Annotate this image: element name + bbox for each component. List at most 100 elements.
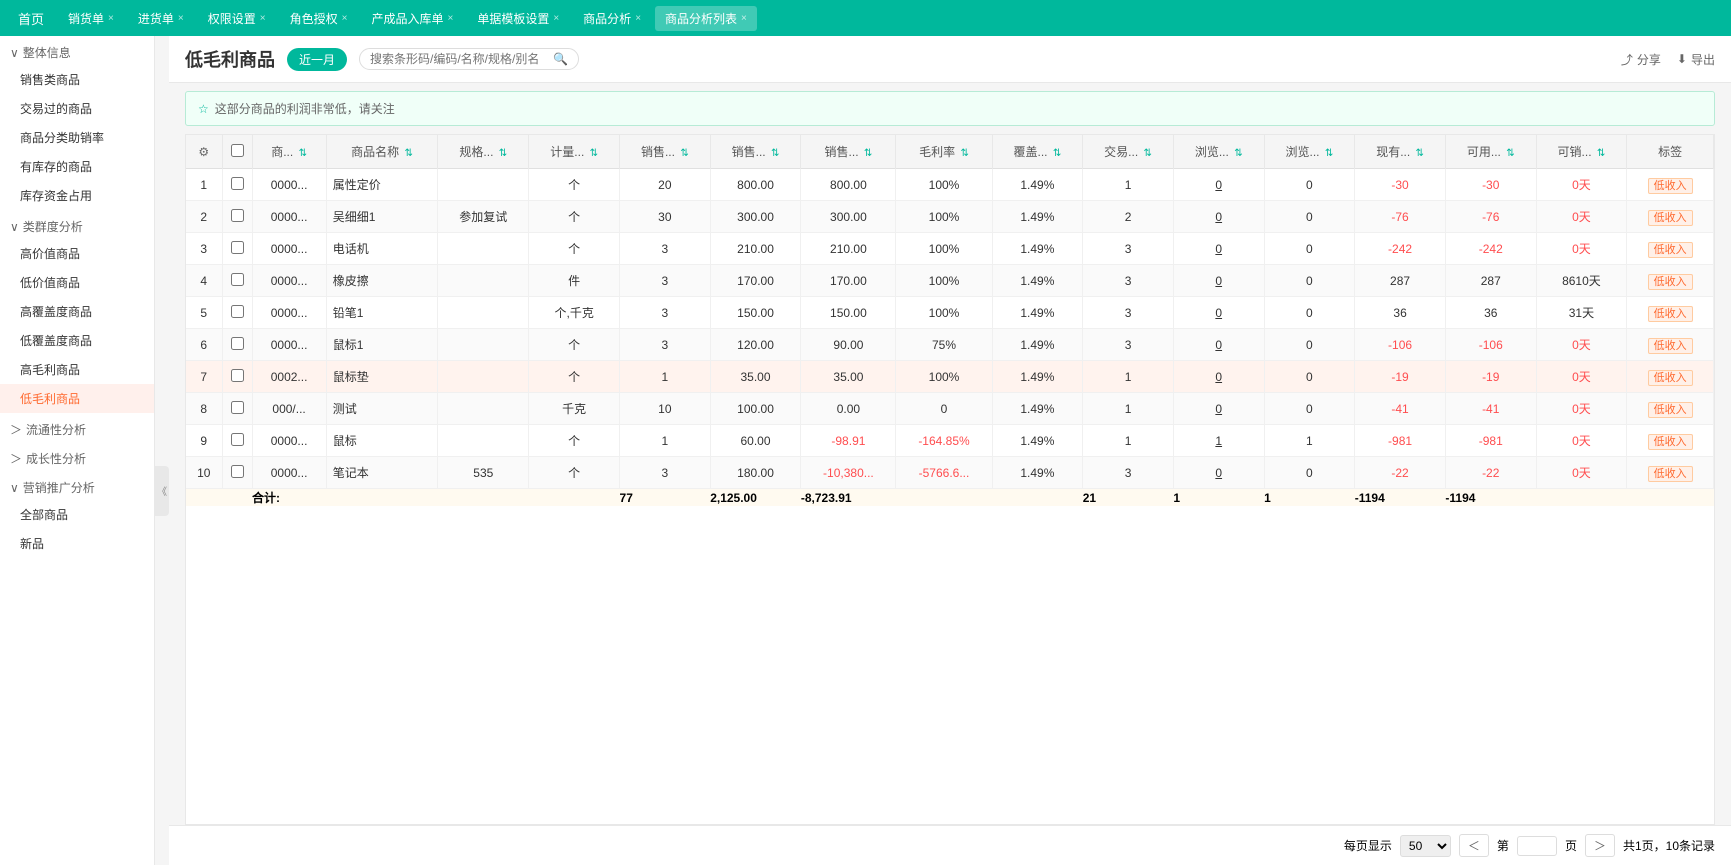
row-select-checkbox[interactable] — [231, 465, 244, 478]
sort-icon[interactable]: ⇅ — [1416, 148, 1424, 159]
col-avail[interactable]: 可用... ⇅ — [1445, 135, 1536, 169]
row-checkbox[interactable] — [222, 425, 252, 457]
sidebar-item-low-margin[interactable]: 低毛利商品 — [0, 384, 154, 413]
row-select-checkbox[interactable] — [231, 337, 244, 350]
sidebar-group-cluster[interactable]: ∨ 类群度分析 — [0, 210, 154, 239]
col-spec[interactable]: 规格... ⇅ — [438, 135, 529, 169]
nav-home[interactable]: 首页 — [8, 5, 54, 32]
close-icon[interactable]: × — [741, 13, 747, 24]
browse1-link[interactable]: 0 — [1215, 306, 1222, 320]
sort-icon[interactable]: ⇅ — [1144, 148, 1152, 159]
col-name[interactable]: 商品名称 ⇅ — [326, 135, 438, 169]
sidebar-item-stock-capital[interactable]: 库存资金占用 — [0, 181, 154, 210]
nav-permission-settings[interactable]: 权限设置 × — [198, 6, 276, 31]
settings-icon[interactable]: ⚙ — [198, 145, 209, 159]
col-days[interactable]: 可销... ⇅ — [1536, 135, 1627, 169]
col-coverage[interactable]: 覆盖... ⇅ — [992, 135, 1083, 169]
browse1-link[interactable]: 0 — [1215, 466, 1222, 480]
browse1-link[interactable]: 0 — [1215, 338, 1222, 352]
row-select-checkbox[interactable] — [231, 177, 244, 190]
row-select-checkbox[interactable] — [231, 433, 244, 446]
col-code[interactable]: 商... ⇅ — [252, 135, 326, 169]
browse1-link[interactable]: 0 — [1215, 370, 1222, 384]
close-icon[interactable]: × — [553, 13, 559, 24]
sort-icon[interactable]: ⇅ — [299, 148, 307, 159]
sort-icon[interactable]: ⇅ — [1053, 148, 1061, 159]
close-icon[interactable]: × — [635, 13, 641, 24]
close-icon[interactable]: × — [342, 13, 348, 24]
page-input[interactable]: 1 — [1517, 836, 1557, 856]
sidebar-group-marketing[interactable]: ∨ 营销推广分析 — [0, 471, 154, 500]
sort-icon[interactable]: ⇅ — [960, 148, 968, 159]
nav-product-analysis-list[interactable]: 商品分析列表 × — [655, 6, 757, 31]
col-sale-amt1[interactable]: 销售... ⇅ — [710, 135, 801, 169]
sidebar-item-all-products[interactable]: 全部商品 — [0, 500, 154, 529]
col-trade[interactable]: 交易... ⇅ — [1083, 135, 1174, 169]
sidebar-item-low-value[interactable]: 低价值商品 — [0, 268, 154, 297]
sidebar-group-growth[interactable]: ＞ 成长性分析 — [0, 442, 154, 471]
row-select-checkbox[interactable] — [231, 209, 244, 222]
row-select-checkbox[interactable] — [231, 369, 244, 382]
sidebar-item-traded-products[interactable]: 交易过的商品 — [0, 94, 154, 123]
col-sale-amt2[interactable]: 销售... ⇅ — [801, 135, 896, 169]
col-browse1[interactable]: 浏览... ⇅ — [1173, 135, 1264, 169]
col-settings[interactable]: ⚙ — [186, 135, 222, 169]
row-browse1[interactable]: 1 — [1173, 425, 1264, 457]
col-qty[interactable]: 销售... ⇅ — [620, 135, 711, 169]
export-button[interactable]: ⬇ 导出 — [1677, 51, 1715, 68]
close-icon[interactable]: × — [260, 13, 266, 24]
nav-purchase-order[interactable]: 进货单 × — [128, 6, 194, 31]
row-checkbox[interactable] — [222, 297, 252, 329]
row-checkbox[interactable] — [222, 393, 252, 425]
sidebar-item-high-coverage[interactable]: 高覆盖度商品 — [0, 297, 154, 326]
close-icon[interactable]: × — [447, 13, 453, 24]
sort-icon[interactable]: ⇅ — [771, 148, 779, 159]
sidebar-item-category-sales-rate[interactable]: 商品分类助销率 — [0, 123, 154, 152]
close-icon[interactable]: × — [178, 13, 184, 24]
page-size-select[interactable]: 50 100 200 — [1400, 835, 1451, 857]
share-button[interactable]: ⤴ 分享 — [1621, 51, 1661, 68]
row-checkbox[interactable] — [222, 169, 252, 201]
row-select-checkbox[interactable] — [231, 401, 244, 414]
row-checkbox[interactable] — [222, 201, 252, 233]
next-page-button[interactable]: ＞ — [1585, 834, 1615, 857]
close-icon[interactable]: × — [108, 13, 114, 24]
row-select-checkbox[interactable] — [231, 305, 244, 318]
col-unit[interactable]: 计量... ⇅ — [529, 135, 620, 169]
col-stock[interactable]: 现有... ⇅ — [1355, 135, 1446, 169]
sidebar-collapse-button[interactable]: 《 — [155, 466, 169, 516]
sidebar-item-high-margin[interactable]: 高毛利商品 — [0, 355, 154, 384]
prev-page-button[interactable]: ＜ — [1459, 834, 1489, 857]
nav-role-auth[interactable]: 角色授权 × — [280, 6, 358, 31]
sort-icon[interactable]: ⇅ — [680, 148, 688, 159]
date-filter-button[interactable]: 近一月 — [287, 48, 347, 71]
sort-icon[interactable]: ⇅ — [864, 148, 872, 159]
row-checkbox[interactable] — [222, 457, 252, 489]
sidebar-item-new-products[interactable]: 新品 — [0, 529, 154, 558]
browse1-link[interactable]: 1 — [1215, 434, 1222, 448]
nav-sales-order[interactable]: 销货单 × — [58, 6, 124, 31]
browse1-link[interactable]: 0 — [1215, 402, 1222, 416]
col-browse2[interactable]: 浏览... ⇅ — [1264, 135, 1355, 169]
sidebar-item-high-value[interactable]: 高价值商品 — [0, 239, 154, 268]
browse1-link[interactable]: 0 — [1215, 210, 1222, 224]
nav-product-analysis[interactable]: 商品分析 × — [573, 6, 651, 31]
nav-template-settings[interactable]: 单据模板设置 × — [467, 6, 569, 31]
sort-icon[interactable]: ⇅ — [499, 148, 507, 159]
sidebar-item-low-coverage[interactable]: 低覆盖度商品 — [0, 326, 154, 355]
browse1-link[interactable]: 0 — [1215, 178, 1222, 192]
sort-icon[interactable]: ⇅ — [1506, 148, 1514, 159]
col-gross-rate[interactable]: 毛利率 ⇅ — [896, 135, 992, 169]
sidebar-group-circulation[interactable]: ＞ 流通性分析 — [0, 413, 154, 442]
browse1-link[interactable]: 0 — [1215, 274, 1222, 288]
sort-icon[interactable]: ⇅ — [1325, 148, 1333, 159]
search-input[interactable] — [370, 52, 547, 66]
row-select-checkbox[interactable] — [231, 273, 244, 286]
sidebar-item-sales-products[interactable]: 销售类商品 — [0, 65, 154, 94]
sidebar-item-stocked-products[interactable]: 有库存的商品 — [0, 152, 154, 181]
sort-icon[interactable]: ⇅ — [1597, 148, 1605, 159]
row-checkbox[interactable] — [222, 233, 252, 265]
nav-product-storage[interactable]: 产成品入库单 × — [361, 6, 463, 31]
row-checkbox[interactable] — [222, 329, 252, 361]
browse1-link[interactable]: 0 — [1215, 242, 1222, 256]
